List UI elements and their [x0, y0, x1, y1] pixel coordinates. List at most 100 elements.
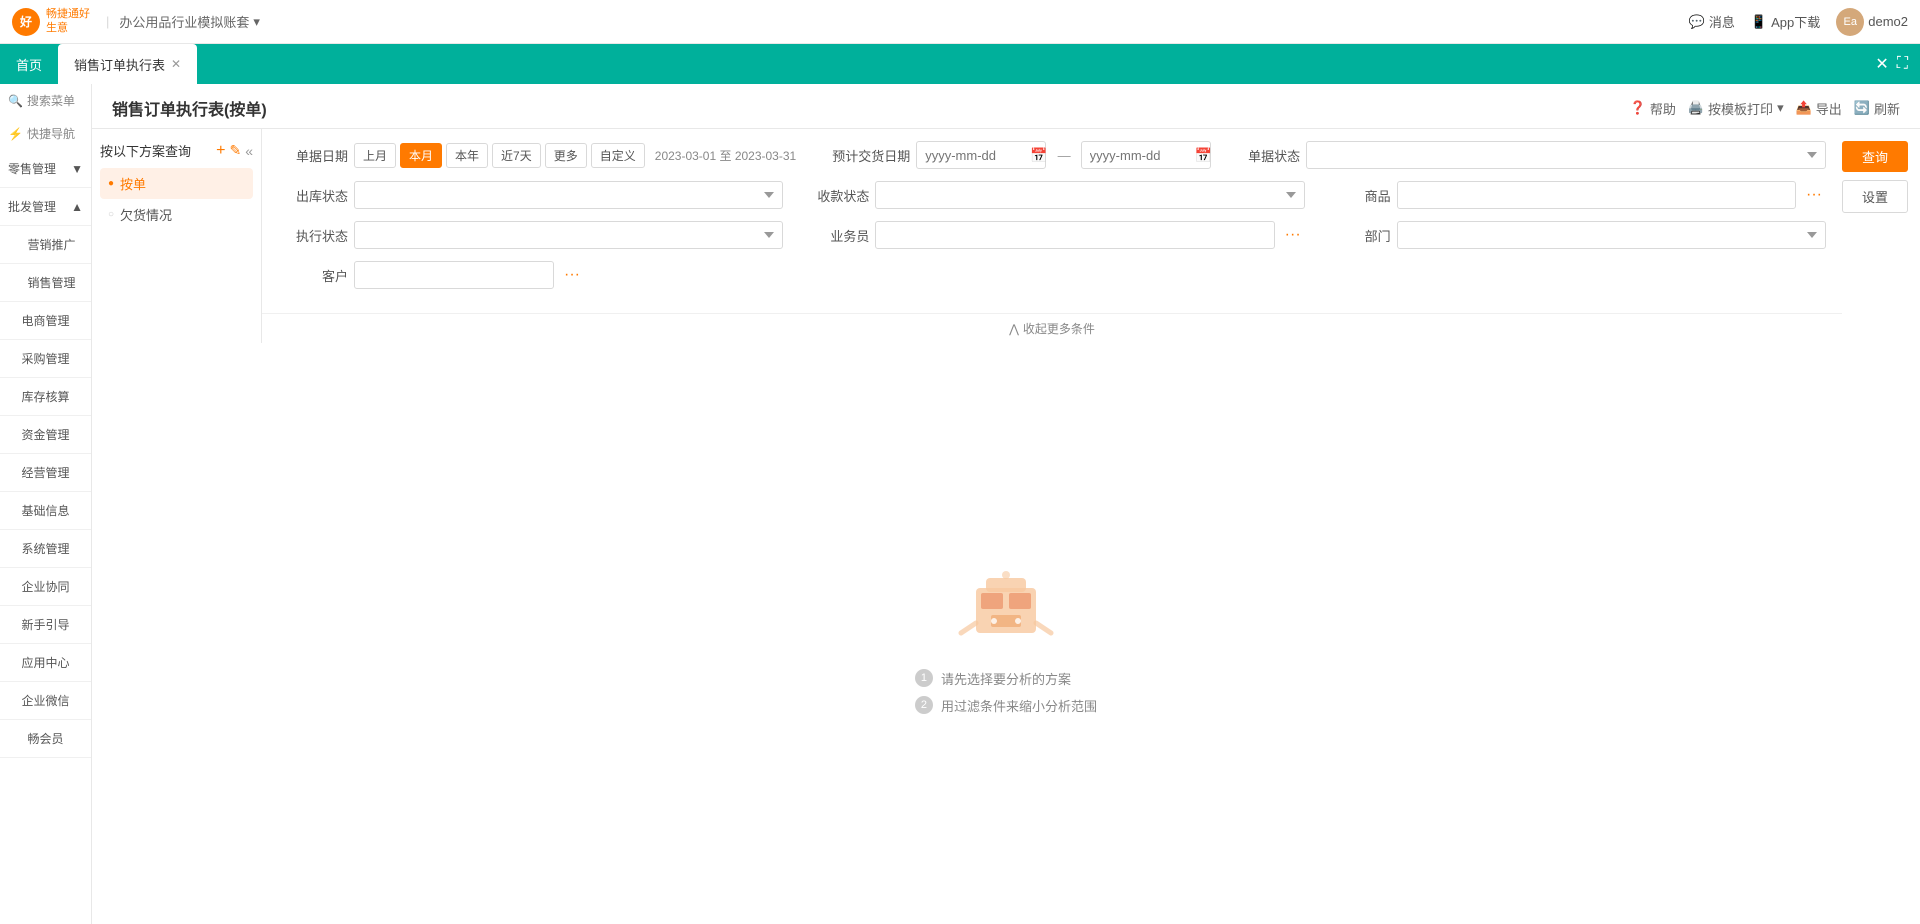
payment-select[interactable]: [875, 181, 1304, 209]
dept-group: 部门: [1321, 221, 1826, 249]
sidebar-item-wholesale[interactable]: 批发管理 ▲: [0, 188, 91, 226]
content-area: 销售订单执行表(按单) ❓ 帮助 🖨️ 按模板打印 ▾ 📤 导出 🔄 刷新: [92, 84, 1920, 924]
tab-bar: 首页 销售订单执行表 ✕ ✕ ⛶: [0, 44, 1920, 84]
calendar-to-icon[interactable]: 📅: [1195, 147, 1212, 164]
message-label: 消息: [1709, 12, 1735, 31]
refresh-btn[interactable]: 🔄 刷新: [1854, 99, 1900, 118]
scheme-active-icon: ●: [108, 178, 114, 189]
scheme-inactive-icon: ○: [108, 209, 114, 220]
tip-text-2: 用过滤条件来缩小分析范围: [941, 696, 1097, 715]
date-separator: —: [1058, 148, 1071, 163]
sidebar-wechat-label: 企业微信: [21, 694, 69, 708]
salesman-more-icon[interactable]: ···: [1281, 226, 1305, 244]
tab-home[interactable]: 首页: [0, 44, 58, 84]
separator: |: [106, 14, 109, 29]
sidebar-item-retail[interactable]: 零售管理 ▼: [0, 150, 91, 188]
date-btn-this-year[interactable]: 本年: [446, 143, 488, 168]
sidebar-item-wechat[interactable]: 企业微信: [0, 682, 91, 720]
print-icon: 🖨️: [1688, 100, 1704, 116]
tab-close-icon[interactable]: ✕: [171, 57, 181, 71]
help-btn[interactable]: ❓ 帮助: [1630, 99, 1676, 118]
message-btn[interactable]: 💬 消息: [1689, 12, 1735, 31]
sidebar-item-operations[interactable]: 经营管理: [0, 454, 91, 492]
calendar-from-icon[interactable]: 📅: [1030, 147, 1047, 164]
sidebar-sales-label: 销售管理: [27, 276, 75, 290]
date-btn-last-month[interactable]: 上月: [354, 143, 396, 168]
customer-more-icon[interactable]: ···: [560, 266, 584, 284]
tab-fullscreen-icon[interactable]: ⛶: [1897, 55, 1908, 73]
sidebar-system-label: 系统管理: [21, 542, 69, 556]
sidebar-item-ecommerce[interactable]: 电商管理: [0, 302, 91, 340]
logo-area: 好 畅捷通好生意: [12, 8, 96, 36]
date-btn-this-month[interactable]: 本月: [400, 143, 442, 168]
outbound-select[interactable]: [354, 181, 783, 209]
breadcrumb-chevron[interactable]: ▾: [253, 14, 260, 30]
sidebar: 🔍 搜索菜单 ⚡ 快捷导航 零售管理 ▼ 批发管理 ▲ 营销推广 销售管理 电商…: [0, 84, 92, 924]
customer-input[interactable]: [354, 261, 554, 289]
export-btn[interactable]: 📤 导出: [1796, 99, 1842, 118]
sidebar-item-system[interactable]: 系统管理: [0, 530, 91, 568]
execution-select[interactable]: [354, 221, 783, 249]
user-avatar-btn[interactable]: Ea demo2: [1836, 8, 1908, 36]
page-title: 销售订单执行表(按单): [112, 96, 267, 120]
filter-row-2: 出库状态 收款状态 商品: [278, 181, 1826, 209]
tab-close-window-icon[interactable]: ✕: [1875, 54, 1888, 74]
filter-scheme-byjob[interactable]: ● 按单: [100, 168, 253, 199]
edit-scheme-icon[interactable]: ✎: [229, 142, 241, 159]
sidebar-item-basic[interactable]: 基础信息: [0, 492, 91, 530]
date-btn-custom[interactable]: 自定义: [591, 143, 645, 168]
salesman-input[interactable]: [875, 221, 1274, 249]
refresh-icon: 🔄: [1854, 100, 1870, 116]
sidebar-item-purchase[interactable]: 采购管理: [0, 340, 91, 378]
payment-label: 收款状态: [799, 186, 869, 205]
breadcrumb-text: 办公用品行业模拟账套: [119, 12, 249, 31]
breadcrumb-area[interactable]: 办公用品行业模拟账套 ▾: [119, 12, 260, 31]
date-btn-more[interactable]: 更多: [545, 143, 587, 168]
filter-scheme-shortage[interactable]: ○ 欠货情况: [100, 199, 253, 230]
setting-button[interactable]: 设置: [1842, 180, 1908, 213]
query-button[interactable]: 查询: [1842, 141, 1908, 172]
collapse-btn[interactable]: ⋀ 收起更多条件: [262, 313, 1842, 343]
main-layout: 🔍 搜索菜单 ⚡ 快捷导航 零售管理 ▼ 批发管理 ▲ 营销推广 销售管理 电商…: [0, 84, 1920, 924]
tab-sales-order[interactable]: 销售订单执行表 ✕: [58, 44, 197, 84]
customer-label: 客户: [278, 266, 348, 285]
payment-group: 收款状态: [799, 181, 1304, 209]
filter-sidebar-header: 按以下方案查询 + ✎ «: [100, 141, 253, 160]
expected-date-from[interactable]: [916, 141, 1046, 169]
sidebar-item-inventory[interactable]: 库存核算: [0, 378, 91, 416]
sidebar-item-finance[interactable]: 资金管理: [0, 416, 91, 454]
sidebar-retail-chevron: ▼: [71, 162, 83, 176]
sidebar-wholesale-label: 批发管理: [8, 198, 56, 215]
avatar: Ea: [1836, 8, 1864, 36]
filter-content: 单据日期 上月 本月 本年 近7天 更多 自定义 2023-03-01 至 20…: [262, 129, 1842, 343]
sidebar-item-marketing[interactable]: 营销推广: [0, 226, 91, 264]
sidebar-item-enterprise[interactable]: 企业协同: [0, 568, 91, 606]
collapse-label: 收起更多条件: [1023, 320, 1095, 337]
dept-select[interactable]: [1397, 221, 1826, 249]
sidebar-search-label: 搜索菜单: [27, 92, 75, 109]
product-input[interactable]: [1397, 181, 1796, 209]
execution-group: 执行状态: [278, 221, 783, 249]
refresh-label: 刷新: [1874, 99, 1900, 118]
collapse-chevron-icon: ⋀: [1009, 322, 1019, 336]
sidebar-quick-nav[interactable]: ⚡ 快捷导航: [0, 117, 91, 150]
collapse-sidebar-icon[interactable]: «: [245, 143, 253, 159]
sidebar-item-sales[interactable]: 销售管理: [0, 264, 91, 302]
expected-date-to[interactable]: [1081, 141, 1211, 169]
status-select[interactable]: [1306, 141, 1826, 169]
sidebar-search[interactable]: 🔍 搜索菜单: [0, 84, 91, 117]
product-group: 商品 ···: [1321, 181, 1826, 209]
product-more-icon[interactable]: ···: [1802, 186, 1826, 204]
page-header: 销售订单执行表(按单) ❓ 帮助 🖨️ 按模板打印 ▾ 📤 导出 🔄 刷新: [92, 84, 1920, 129]
sidebar-ecommerce-label: 电商管理: [21, 314, 69, 328]
add-scheme-icon[interactable]: +: [216, 142, 225, 160]
print-btn[interactable]: 🖨️ 按模板打印 ▾: [1688, 99, 1784, 118]
app-download-btn[interactable]: 📱 App下载: [1751, 12, 1820, 31]
scheme-byjob-label: 按单: [120, 174, 146, 193]
sidebar-item-member[interactable]: 畅会员: [0, 720, 91, 758]
help-icon: ❓: [1630, 100, 1646, 116]
date-btn-7days[interactable]: 近7天: [492, 143, 541, 168]
sidebar-item-newuser[interactable]: 新手引导: [0, 606, 91, 644]
sidebar-item-appcenter[interactable]: 应用中心: [0, 644, 91, 682]
empty-tip-1: 1 请先选择要分析的方案: [915, 669, 1097, 688]
